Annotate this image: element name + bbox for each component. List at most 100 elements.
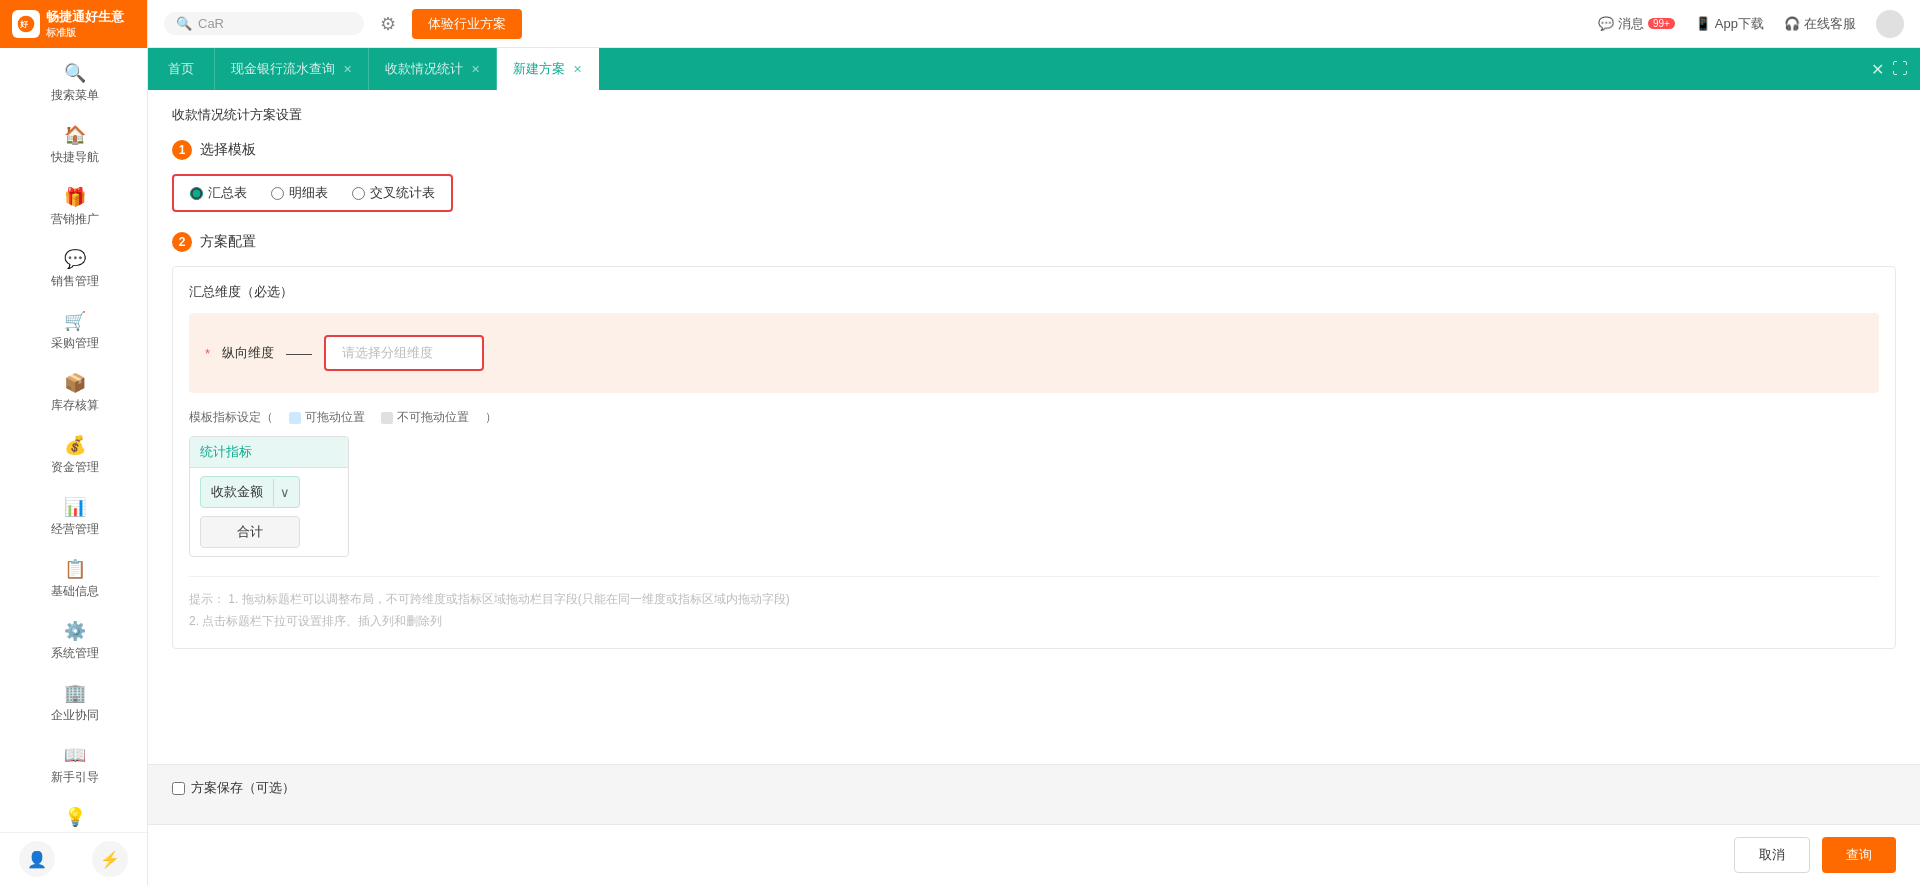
enterprise-icon: 🏢 bbox=[64, 682, 86, 704]
tips-line1: 提示： 1. 拖动标题栏可以调整布局，不可跨维度或指标区域拖动栏目字段(只能在同… bbox=[189, 589, 1879, 611]
query-button[interactable]: 查询 bbox=[1822, 837, 1896, 873]
tab-new-plan-close[interactable]: ✕ bbox=[573, 63, 582, 76]
sidebar-item-basic-info[interactable]: 📋 基础信息 bbox=[0, 548, 147, 610]
sidebar-item-label: 销售管理 bbox=[51, 273, 99, 290]
app-download-btn[interactable]: 📱 App下载 bbox=[1695, 15, 1764, 33]
tab-revenue-stat[interactable]: 收款情况统计 ✕ bbox=[369, 48, 497, 90]
sidebar-item-finance[interactable]: 💰 资金管理 bbox=[0, 424, 147, 486]
tab-home[interactable]: 首页 bbox=[148, 48, 215, 90]
sidebar-item-marketing[interactable]: 🎁 营销推广 bbox=[0, 176, 147, 238]
tab-bank-flow[interactable]: 现金银行流水查询 ✕ bbox=[215, 48, 369, 90]
content-inner: 收款情况统计方案设置 1 选择模板 汇总表 明细表 bbox=[148, 90, 1920, 764]
sidebar-item-purchase[interactable]: 🛒 采购管理 bbox=[0, 300, 147, 362]
tab-bank-flow-close[interactable]: ✕ bbox=[343, 63, 352, 76]
metric-total-container: 合计 bbox=[200, 512, 338, 548]
radio-cross-input[interactable] bbox=[352, 187, 365, 200]
svg-text:好: 好 bbox=[19, 19, 29, 29]
gear-icon[interactable]: ⚙ bbox=[380, 13, 396, 35]
sidebar-item-label: 搜索菜单 bbox=[51, 87, 99, 104]
metric-chip-label: 收款金额 bbox=[201, 477, 273, 507]
radio-summary-input[interactable] bbox=[190, 187, 203, 200]
tab-revenue-stat-close[interactable]: ✕ bbox=[471, 63, 480, 76]
radio-summary-label: 汇总表 bbox=[208, 184, 247, 202]
sidebar-item-label: 营销推广 bbox=[51, 211, 99, 228]
save-option-label[interactable]: 方案保存（可选） bbox=[172, 779, 295, 797]
sidebar-item-inventory[interactable]: 📦 库存核算 bbox=[0, 362, 147, 424]
sidebar-item-guide[interactable]: 📖 新手引导 bbox=[0, 734, 147, 796]
no-draggable-label: 不可拖动位置 bbox=[397, 409, 469, 426]
dimension-row: * 纵向维度 —— 请选择分组维度 bbox=[205, 335, 484, 371]
sales-icon: 💬 bbox=[64, 248, 86, 270]
inventory-icon: 📦 bbox=[64, 372, 86, 394]
sidebar-nav: 🔍 搜索菜单 🏠 快捷导航 🎁 营销推广 💬 销售管理 🛒 采购管理 📦 库存核… bbox=[0, 48, 147, 832]
logo-icon: 好 bbox=[12, 10, 40, 38]
tips-prefix: 提示： bbox=[189, 592, 225, 606]
online-service-btn[interactable]: 🎧 在线客服 bbox=[1784, 15, 1856, 33]
tips-content-1: 1. 拖动标题栏可以调整布局，不可跨维度或指标区域拖动栏目字段(只能在同一维度或… bbox=[228, 592, 789, 606]
sidebar-item-label: 系统管理 bbox=[51, 645, 99, 662]
system-icon: ⚙️ bbox=[64, 620, 86, 642]
metric-chip-dropdown-icon[interactable]: ∨ bbox=[273, 479, 296, 506]
sidebar-item-search-menu[interactable]: 🔍 搜索菜单 bbox=[0, 52, 147, 114]
no-drag-handle-icon bbox=[381, 412, 393, 424]
tab-new-plan[interactable]: 新建方案 ✕ bbox=[497, 48, 599, 90]
tab-close-all-icon[interactable]: ✕ bbox=[1871, 60, 1884, 79]
service-label: 在线客服 bbox=[1804, 15, 1856, 33]
search-input[interactable] bbox=[198, 16, 318, 31]
message-btn[interactable]: 💬 消息 99+ bbox=[1598, 15, 1675, 33]
vertical-dimension-label: 纵向维度 bbox=[222, 344, 274, 362]
guide-icon: 📖 bbox=[64, 744, 86, 766]
sidebar-item-sales[interactable]: 💬 销售管理 bbox=[0, 238, 147, 300]
radio-summary[interactable]: 汇总表 bbox=[190, 184, 247, 202]
message-label: 消息 bbox=[1618, 15, 1644, 33]
topbar-right: 💬 消息 99+ 📱 App下载 🎧 在线客服 bbox=[1598, 10, 1904, 38]
section1-title: 选择模板 bbox=[200, 141, 256, 159]
metrics-group-header: 统计指标 bbox=[190, 437, 348, 468]
sidebar-bottom-btn-2[interactable]: ⚡ bbox=[92, 841, 128, 877]
radio-detail[interactable]: 明细表 bbox=[271, 184, 328, 202]
search-box[interactable]: 🔍 bbox=[164, 12, 364, 35]
dimension-select[interactable]: 请选择分组维度 bbox=[324, 335, 484, 371]
basic-info-icon: 📋 bbox=[64, 558, 86, 580]
app-icon: 📱 bbox=[1695, 16, 1711, 31]
required-mark: * bbox=[205, 346, 210, 361]
save-option-checkbox[interactable] bbox=[172, 782, 185, 795]
trial-button[interactable]: 体验行业方案 bbox=[412, 9, 522, 39]
hardware-icon: 💡 bbox=[64, 806, 86, 828]
sidebar-bottom-btn-1[interactable]: 👤 bbox=[19, 841, 55, 877]
metrics-table: 统计指标 收款金额 ∨ 合计 bbox=[189, 436, 349, 557]
sidebar-item-enterprise[interactable]: 🏢 企业协同 bbox=[0, 672, 147, 734]
tab-expand-icon[interactable]: ⛶ bbox=[1892, 60, 1908, 78]
section2-num: 2 bbox=[172, 232, 192, 252]
config-section: 汇总维度（必选） * 纵向维度 —— 请选择分组维度 bbox=[172, 266, 1896, 649]
radio-cross[interactable]: 交叉统计表 bbox=[352, 184, 435, 202]
draggable-label: 可拖动位置 bbox=[305, 409, 365, 426]
section-template: 1 选择模板 汇总表 明细表 交叉统计表 bbox=[172, 140, 1896, 212]
purchase-icon: 🛒 bbox=[64, 310, 86, 332]
sidebar-item-hardware[interactable]: 💡 智能硬件 bbox=[0, 796, 147, 832]
sidebar-item-label: 经营管理 bbox=[51, 521, 99, 538]
metrics-config-label: 模板指标设定（ bbox=[189, 409, 273, 426]
search-icon: 🔍 bbox=[176, 16, 192, 31]
tabbar-actions: ✕ ⛶ bbox=[1859, 48, 1920, 90]
metrics-group-label: 统计指标 bbox=[200, 444, 252, 459]
service-icon: 🎧 bbox=[1784, 16, 1800, 31]
notification-badge: 99+ bbox=[1648, 18, 1675, 29]
operation-icon: 📊 bbox=[64, 496, 86, 518]
metric-total: 合计 bbox=[200, 516, 300, 548]
cancel-button[interactable]: 取消 bbox=[1734, 837, 1810, 873]
sidebar-item-operation[interactable]: 📊 经营管理 bbox=[0, 486, 147, 548]
sidebar-logo: 好 畅捷通好生意 标准版 bbox=[0, 0, 147, 48]
tabbar: 首页 现金银行流水查询 ✕ 收款情况统计 ✕ 新建方案 ✕ ✕ ⛶ bbox=[148, 48, 1920, 90]
sidebar-item-label: 新手引导 bbox=[51, 769, 99, 786]
topbar: 🔍 ⚙ 体验行业方案 💬 消息 99+ 📱 App下载 🎧 在线客服 bbox=[148, 0, 1920, 48]
user-avatar[interactable] bbox=[1876, 10, 1904, 38]
sidebar-item-label: 企业协同 bbox=[51, 707, 99, 724]
logo-edition: 标准版 bbox=[46, 26, 124, 40]
metric-chip-revenue[interactable]: 收款金额 ∨ bbox=[200, 476, 300, 508]
sidebar-item-system[interactable]: ⚙️ 系统管理 bbox=[0, 610, 147, 672]
dimension-area: * 纵向维度 —— 请选择分组维度 bbox=[189, 313, 1879, 393]
sidebar-item-quick-nav[interactable]: 🏠 快捷导航 bbox=[0, 114, 147, 176]
tab-home-label: 首页 bbox=[168, 60, 194, 78]
radio-detail-input[interactable] bbox=[271, 187, 284, 200]
